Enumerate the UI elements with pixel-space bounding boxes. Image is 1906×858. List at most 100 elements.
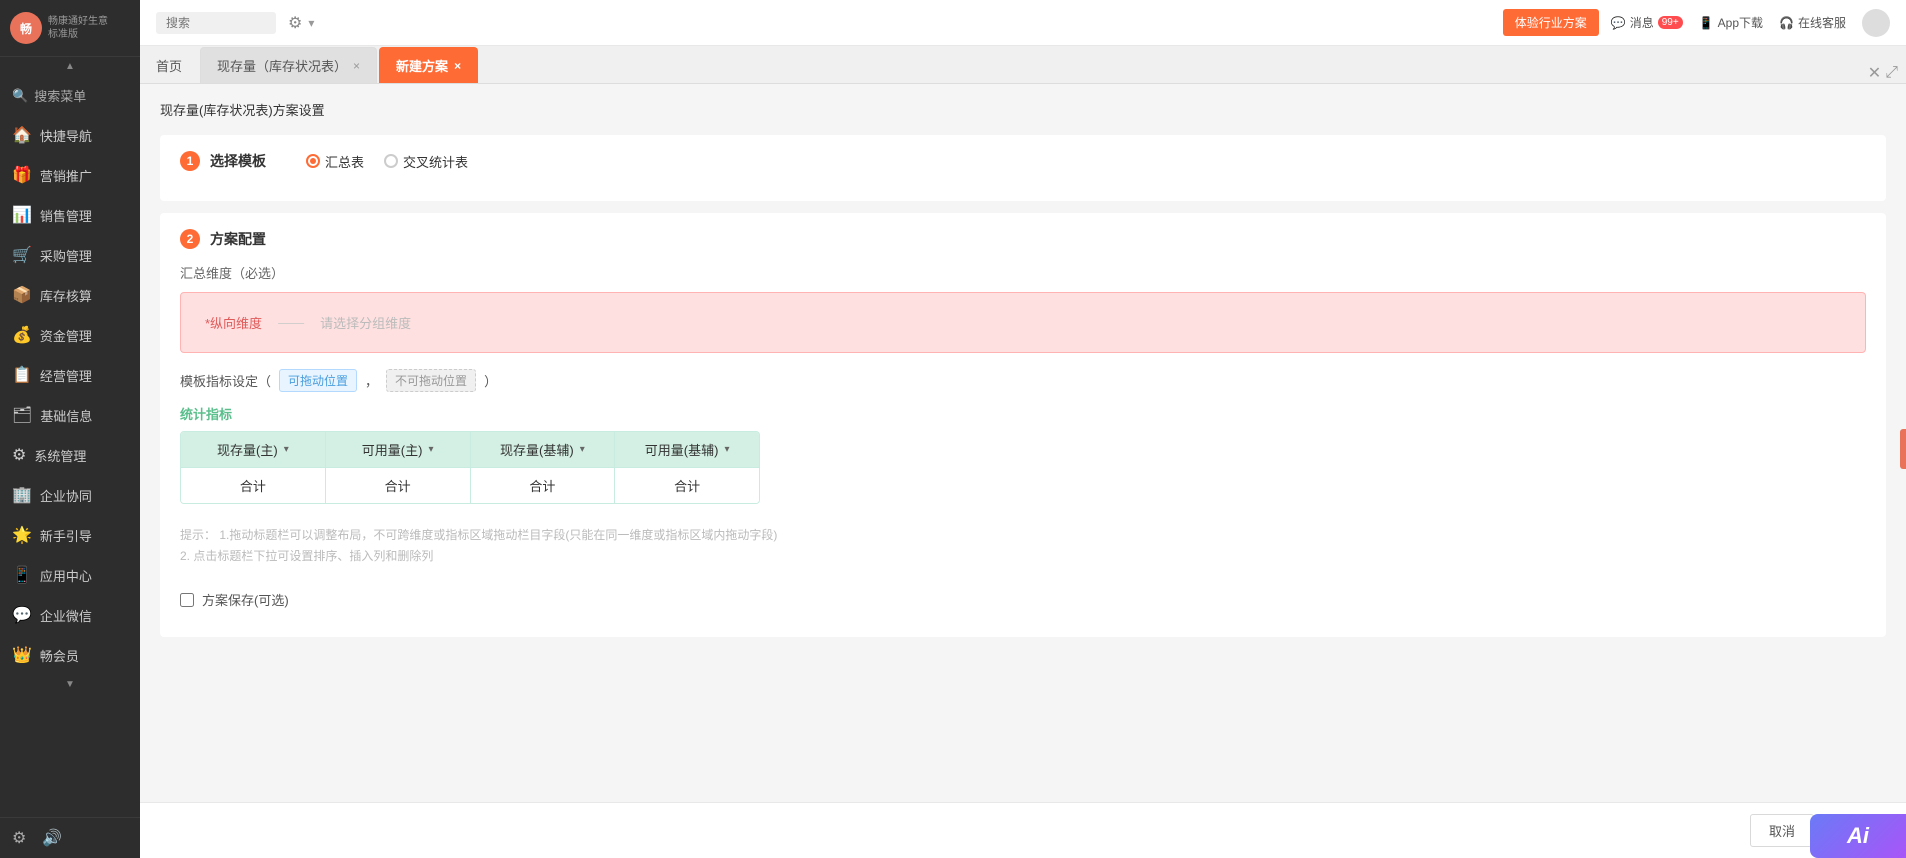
save-label: 方案保存(可选) (202, 590, 289, 609)
radio-summary-label: 汇总表 (325, 152, 364, 171)
radio-summary-dot (306, 154, 320, 168)
stats-cell-2: 合计 (471, 468, 616, 503)
stats-col-available-main[interactable]: 可用量(主) ▾ (326, 432, 471, 467)
box-icon: 📦 (12, 285, 32, 305)
step2-header: 2 方案配置 (180, 229, 1866, 249)
topbar-settings-icon[interactable]: ⚙ (288, 13, 302, 33)
clipboard-icon: 📋 (12, 365, 32, 385)
tab-close-all[interactable]: ✕ (1868, 63, 1881, 83)
sidebar-item-label: 系统管理 (34, 446, 86, 465)
sidebar-scroll-down[interactable]: ▼ (0, 675, 140, 694)
vertical-dimension-label: *纵向维度 (205, 313, 262, 332)
gear-icon: ⚙ (12, 445, 26, 465)
col-available-main-label: 可用量(主) (362, 440, 423, 459)
dimension-separator: —— (278, 315, 304, 330)
sidebar-item-operations[interactable]: 📋 经营管理 (0, 355, 140, 395)
sidebar-item-marketing[interactable]: 🎁 营销推广 (0, 155, 140, 195)
user-avatar[interactable] (1862, 9, 1890, 37)
dropdown-icon[interactable]: ▾ (308, 16, 314, 30)
sidebar-item-member[interactable]: 👑 畅会员 (0, 635, 140, 675)
col-chevron-2[interactable]: ▾ (580, 444, 585, 455)
radio-cross-dot (384, 154, 398, 168)
no-drag-badge: 不可拖动位置 (386, 369, 476, 392)
tab-expand[interactable]: ⤢ (1885, 64, 1898, 82)
col-available-aux-label: 可用量(基辅) (645, 440, 719, 459)
sidebar-item-label: 新手引导 (40, 526, 92, 545)
step2-section: 2 方案配置 汇总维度（必选） *纵向维度 —— 请选择分组维度 模板指标设定（… (160, 213, 1886, 637)
sidebar-item-new-guide[interactable]: 🌟 新手引导 (0, 515, 140, 555)
sidebar-scroll-up[interactable]: ▲ (0, 57, 140, 76)
app-name: 畅康通好生意 标准版 (48, 15, 108, 41)
stats-table: 现存量(主) ▾ 可用量(主) ▾ 现存量(基辅) ▾ 可用量(基辅) (180, 431, 760, 504)
footer: 取消 查询 (140, 802, 1906, 858)
sidebar-item-label: 畅会员 (40, 646, 79, 665)
sidebar-item-wechat[interactable]: 💬 企业微信 (0, 595, 140, 635)
sidebar-item-enterprise[interactable]: 🏢 企业协同 (0, 475, 140, 515)
stats-col-inventory-main[interactable]: 现存量(主) ▾ (181, 432, 326, 467)
col-chevron-1[interactable]: ▾ (428, 444, 433, 455)
stats-col-inventory-aux[interactable]: 现存量(基辅) ▾ (471, 432, 616, 467)
col-chevron-0[interactable]: ▾ (284, 444, 289, 455)
search-input[interactable] (156, 12, 276, 34)
chat-icon: 💬 (12, 605, 32, 625)
save-checkbox[interactable] (180, 593, 194, 607)
headphone-icon: 🎧 (1779, 16, 1794, 30)
sidebar-item-label: 营销推广 (40, 166, 92, 185)
indicator-suffix: ） (484, 371, 497, 390)
cart-icon: 🛒 (12, 245, 32, 265)
sidebar-item-label: 采购管理 (40, 246, 92, 265)
resize-handle[interactable] (1900, 429, 1906, 469)
industry-solution-button[interactable]: 体验行业方案 (1503, 9, 1599, 36)
dimension-area[interactable]: *纵向维度 —— 请选择分组维度 (180, 292, 1866, 353)
save-row: 方案保存(可选) (180, 578, 1866, 621)
online-service-label: 在线客服 (1798, 14, 1846, 31)
topbar-right: 💬 消息 99+ 📱 App下载 🎧 在线客服 (1611, 9, 1890, 37)
tab-inventory-close[interactable]: × (353, 59, 360, 73)
step1-title: 选择模板 (210, 151, 266, 171)
sidebar-item-basic-info[interactable]: 🗂 基础信息 (0, 395, 140, 435)
building-icon: 🏢 (12, 485, 32, 505)
tab-inventory-status[interactable]: 现存量（库存状况表） × (200, 47, 377, 83)
online-service-item[interactable]: 🎧 在线客服 (1779, 14, 1846, 31)
main-area: ⚙ ▾ 体验行业方案 💬 消息 99+ 📱 App下载 🎧 在线客服 首页 (140, 0, 1906, 858)
volume-icon[interactable]: 🔊 (42, 828, 62, 848)
phone-icon: 📱 (12, 565, 32, 585)
tab-home[interactable]: 首页 (140, 48, 198, 83)
dimension-placeholder: 请选择分组维度 (320, 313, 411, 332)
col-chevron-3[interactable]: ▾ (724, 444, 729, 455)
sidebar-item-purchase[interactable]: 🛒 采购管理 (0, 235, 140, 275)
radio-summary[interactable]: 汇总表 (306, 152, 364, 171)
app-download-item[interactable]: 📱 App下载 (1699, 14, 1763, 31)
step2-badge: 2 (180, 229, 200, 249)
settings-icon[interactable]: ⚙ (12, 828, 26, 848)
folder-icon: 🗂 (12, 405, 32, 425)
stats-col-available-aux[interactable]: 可用量(基辅) ▾ (615, 432, 759, 467)
sidebar-item-finance[interactable]: 💰 资金管理 (0, 315, 140, 355)
tab-new-plan[interactable]: 新建方案 × (379, 47, 478, 83)
sidebar-item-quick-nav[interactable]: 🏠 快捷导航 (0, 115, 140, 155)
sidebar-item-label: 应用中心 (40, 566, 92, 585)
sidebar-search[interactable]: 🔍 搜索菜单 (0, 76, 140, 115)
sidebar-bottom: ⚙ 🔊 (0, 817, 140, 858)
step2-title: 方案配置 (210, 229, 266, 249)
sidebar-item-app-center[interactable]: 📱 应用中心 (0, 555, 140, 595)
radio-cross[interactable]: 交叉统计表 (384, 152, 468, 171)
chart-icon: 📊 (12, 205, 32, 225)
step1-badge: 1 (180, 151, 200, 171)
message-item[interactable]: 💬 消息 99+ (1611, 14, 1683, 31)
app-logo-icon: 畅 (10, 12, 42, 44)
sidebar-item-label: 快捷导航 (40, 126, 92, 145)
cancel-button[interactable]: 取消 (1750, 814, 1814, 847)
sidebar-item-system[interactable]: ⚙ 系统管理 (0, 435, 140, 475)
step1-section: 1 选择模板 汇总表 交叉统计表 (160, 135, 1886, 201)
step1-header: 1 选择模板 汇总表 交叉统计表 (180, 151, 1866, 171)
stats-cell-0: 合计 (181, 468, 326, 503)
tab-new-plan-close[interactable]: × (454, 59, 461, 73)
tab-home-label: 首页 (156, 56, 182, 75)
topbar: ⚙ ▾ 体验行业方案 💬 消息 99+ 📱 App下载 🎧 在线客服 (140, 0, 1906, 46)
dimension-required-label: 汇总维度（必选） (180, 263, 1866, 282)
ai-float-button[interactable]: Ai (1810, 814, 1906, 858)
sidebar-item-inventory[interactable]: 📦 库存核算 (0, 275, 140, 315)
stats-table-body: 合计 合计 合计 合计 (181, 467, 759, 503)
sidebar-item-sales[interactable]: 📊 销售管理 (0, 195, 140, 235)
